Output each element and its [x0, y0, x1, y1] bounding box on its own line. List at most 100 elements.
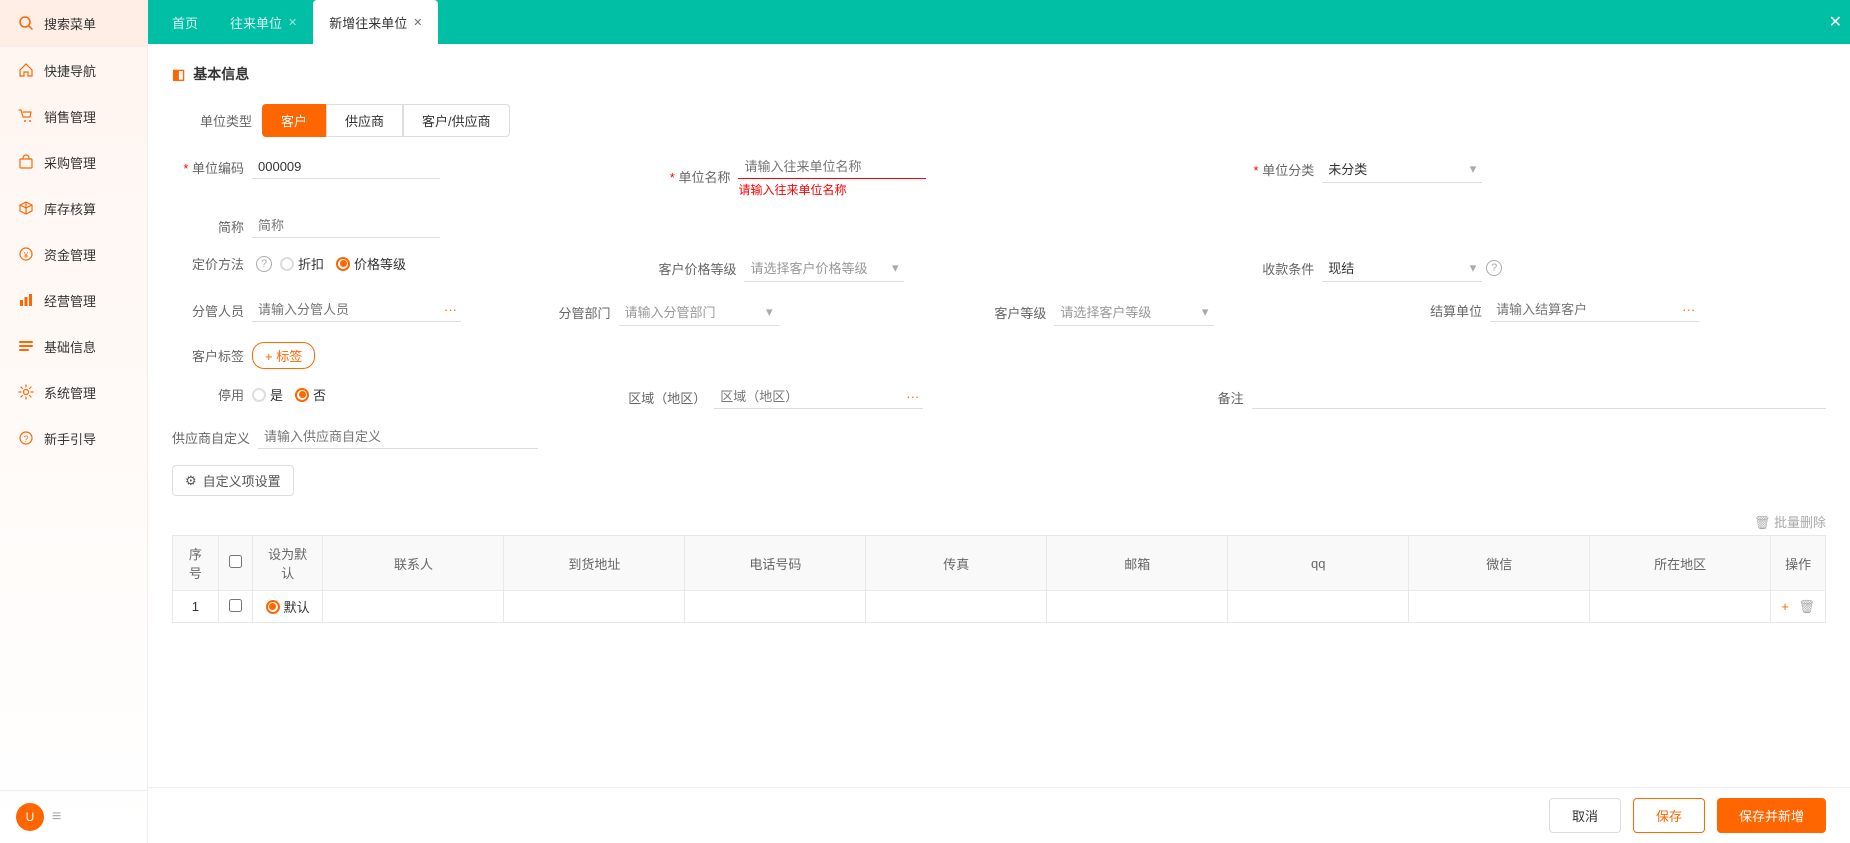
row-fax[interactable] — [866, 591, 1047, 623]
tab-new-partner[interactable]: 新增往来单位 ✕ — [313, 0, 438, 44]
cart-icon — [16, 106, 36, 126]
disable-no[interactable]: 否 — [295, 385, 326, 404]
cancel-button[interactable]: 取消 — [1549, 798, 1621, 833]
short-name-input[interactable] — [252, 214, 440, 238]
unit-btn-both[interactable]: 客户/供应商 — [403, 104, 510, 137]
department-select[interactable]: 请输入分管部门 ▾ — [619, 298, 779, 326]
row-checkbox-cell[interactable] — [218, 591, 252, 623]
row-delete-btn[interactable]: 🗑 — [1798, 599, 1815, 614]
payment-terms-select[interactable]: 现结 ▾ — [1322, 254, 1482, 282]
sidebar-item-basic-info[interactable]: 基础信息 — [0, 323, 147, 369]
customer-price-level-select[interactable]: 请选择客户价格等级 ▾ — [744, 254, 904, 282]
region-input[interactable] — [714, 385, 902, 408]
row-fax-input[interactable] — [876, 599, 1036, 614]
unit-code-input[interactable] — [252, 155, 440, 179]
row-wechat[interactable] — [1409, 591, 1590, 623]
pricing-radio-discount[interactable]: 折扣 — [280, 254, 324, 273]
row-area-input[interactable] — [1600, 599, 1760, 614]
row-address-input[interactable] — [514, 599, 674, 614]
row-default-label: 默认 — [284, 597, 310, 616]
sidebar-item-finance[interactable]: ¥ 资金管理 — [0, 231, 147, 277]
payment-help-icon[interactable]: ? — [1486, 260, 1502, 276]
row-supplier-custom: 供应商自定义 — [172, 425, 1826, 449]
select-all-checkbox[interactable] — [229, 555, 242, 568]
unit-btn-supplier[interactable]: 供应商 — [326, 104, 403, 137]
add-tag-btn[interactable]: + 标签 — [252, 342, 315, 369]
tab-home[interactable]: 首页 — [156, 0, 214, 44]
row-address[interactable] — [504, 591, 685, 623]
unit-btn-customer[interactable]: 客户 — [262, 104, 326, 137]
tab-new-partner-close[interactable]: ✕ — [413, 16, 422, 29]
field-settlement-unit: 结算单位 ··· — [1410, 298, 1826, 322]
manager-input[interactable] — [252, 298, 440, 321]
tab-partner[interactable]: 往来单位 ✕ — [214, 0, 313, 44]
field-supplier-custom: 供应商自定义 — [172, 425, 1826, 449]
search-icon — [16, 13, 36, 33]
batch-delete-btn[interactable]: 🗑 批量删除 — [172, 512, 1826, 531]
close-all-tabs[interactable]: ✕ — [1829, 12, 1842, 32]
sidebar: 搜索菜单 快捷导航 销售管理 采购管理 库存核算 ¥ 资金管理 经营管理 — [0, 0, 148, 843]
content-area: ◧ 基本信息 单位类型 客户 供应商 客户/供应商 单位编码 单位名称 请输入往… — [148, 44, 1850, 787]
supplier-custom-input[interactable] — [258, 425, 538, 449]
pricing-help-icon[interactable]: ? — [256, 256, 272, 272]
sidebar-item-purchase[interactable]: 采购管理 — [0, 139, 147, 185]
settlement-dots-btn[interactable]: ··· — [1678, 302, 1699, 317]
row-default-radio[interactable]: 默认 — [263, 597, 313, 616]
sidebar-item-inventory[interactable]: 库存核算 — [0, 185, 147, 231]
sidebar-item-system[interactable]: 系统管理 — [0, 369, 147, 415]
row-wechat-input[interactable] — [1419, 599, 1579, 614]
col-address: 到货地址 — [504, 536, 685, 591]
col-phone: 电话号码 — [685, 536, 866, 591]
supplier-custom-label: 供应商自定义 — [172, 428, 258, 447]
field-unit-category: 单位分类 未分类 ▾ — [1242, 155, 1826, 183]
save-button[interactable]: 保存 — [1633, 798, 1705, 833]
region-label: 区域（地区） — [628, 388, 714, 407]
sidebar-footer: U ≡ — [0, 790, 147, 843]
unit-name-input[interactable] — [738, 155, 926, 179]
tab-partner-close[interactable]: ✕ — [288, 16, 297, 29]
row-phone[interactable] — [685, 591, 866, 623]
pricing-method-label: 定价方法 — [172, 254, 252, 273]
row-area[interactable] — [1590, 591, 1771, 623]
col-fax: 传真 — [866, 536, 1047, 591]
save-new-button[interactable]: 保存并新增 — [1717, 798, 1826, 833]
disable-yes[interactable]: 是 — [252, 385, 283, 404]
row-qq-input[interactable] — [1238, 599, 1398, 614]
row-checkbox[interactable] — [229, 599, 242, 612]
col-checkbox[interactable] — [218, 536, 252, 591]
sidebar-item-sales[interactable]: 销售管理 — [0, 93, 147, 139]
unit-type-label: 单位类型 — [172, 111, 252, 130]
field-payment-terms: 收款条件 现结 ▾ ? — [1242, 254, 1826, 282]
row-phone-input[interactable] — [695, 599, 855, 614]
customer-level-placeholder: 请选择客户等级 — [1060, 302, 1151, 321]
chevron-down-icon-4: ▾ — [766, 304, 773, 320]
row-contact[interactable] — [323, 591, 504, 623]
sidebar-item-guide[interactable]: ? 新手引导 — [0, 415, 147, 461]
field-short-name: 简称 — [172, 214, 1826, 238]
sidebar-item-search-label: 搜索菜单 — [44, 14, 96, 33]
col-action: 操作 — [1771, 536, 1826, 591]
remark-input[interactable] — [1252, 385, 1826, 409]
row-contact-input[interactable] — [333, 599, 493, 614]
sidebar-item-quick-nav[interactable]: 快捷导航 — [0, 47, 147, 93]
manager-dots-btn[interactable]: ··· — [440, 302, 461, 317]
unit-category-value: 未分类 — [1328, 159, 1367, 178]
row-email[interactable] — [1047, 591, 1228, 623]
pricing-radio-price-level[interactable]: 价格等级 — [336, 254, 406, 273]
sidebar-item-search[interactable]: 搜索菜单 — [0, 0, 147, 47]
settlement-unit-input[interactable] — [1490, 298, 1678, 321]
row-qq[interactable] — [1228, 591, 1409, 623]
row-add-btn[interactable]: + — [1781, 599, 1789, 614]
unit-category-select[interactable]: 未分类 ▾ — [1322, 155, 1482, 183]
field-customer-price-level: 客户价格等级 请选择客户价格等级 ▾ — [658, 254, 1242, 282]
customer-level-select[interactable]: 请选择客户等级 ▾ — [1054, 298, 1214, 326]
department-placeholder: 请输入分管部门 — [625, 302, 716, 321]
col-qq: qq — [1228, 536, 1409, 591]
customize-settings-btn[interactable]: ⚙ 自定义项设置 — [172, 465, 294, 496]
region-dots-btn[interactable]: ··· — [902, 389, 923, 404]
row-email-input[interactable] — [1057, 599, 1217, 614]
sidebar-item-operations[interactable]: 经营管理 — [0, 277, 147, 323]
guide-icon: ? — [16, 428, 36, 448]
col-wechat: 微信 — [1409, 536, 1590, 591]
field-customer-level: 客户等级 请选择客户等级 ▾ — [974, 298, 1390, 326]
